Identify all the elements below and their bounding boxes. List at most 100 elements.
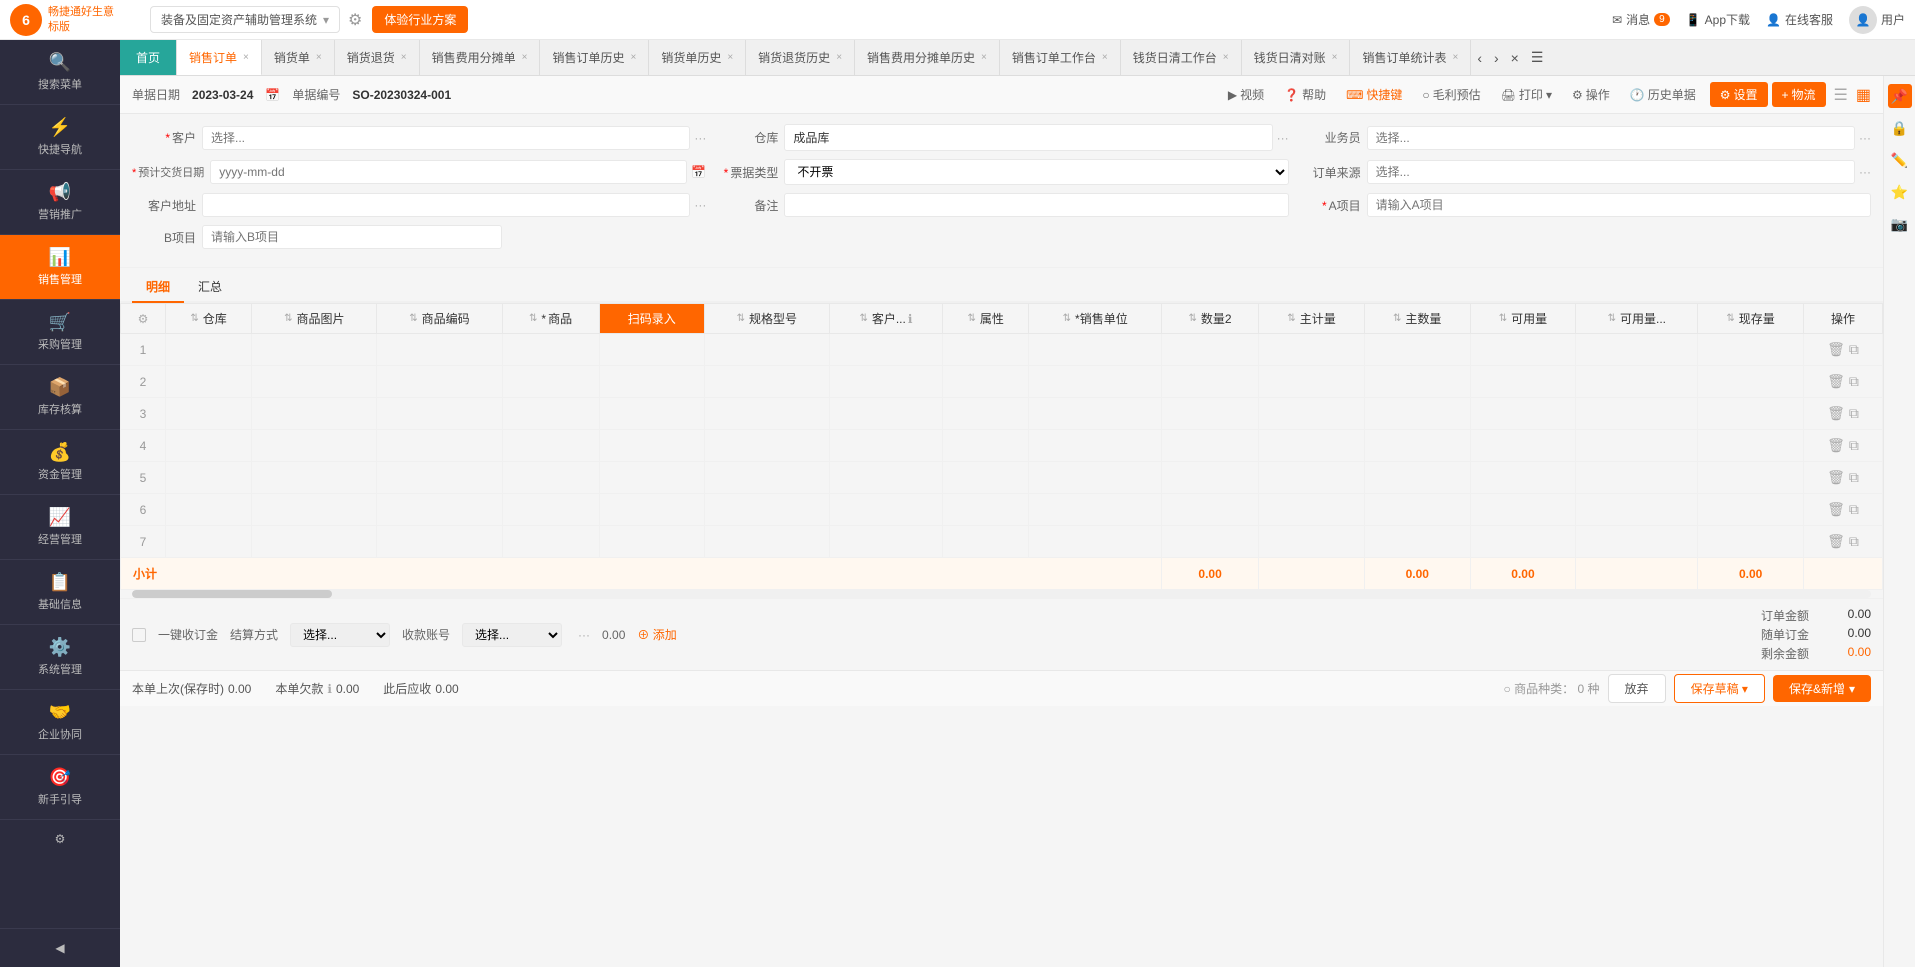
nav-next-icon[interactable]: › xyxy=(1488,50,1505,66)
scroll-thumb[interactable] xyxy=(132,590,332,598)
close-icon[interactable]: × xyxy=(243,52,249,63)
col-qty2[interactable]: ⇅数量2 xyxy=(1162,304,1259,334)
delivery-date-input[interactable] xyxy=(210,160,687,184)
order-source-more-icon[interactable]: ··· xyxy=(1859,165,1871,179)
a-project-input[interactable] xyxy=(1367,193,1871,217)
scroll-area[interactable] xyxy=(132,590,1871,598)
user-button[interactable]: 👤 用户 xyxy=(1849,6,1905,34)
right-icon-star[interactable]: ⭐ xyxy=(1888,180,1912,204)
tab-return-history[interactable]: 销货退货历史 × xyxy=(746,40,855,75)
invoice-type-select[interactable]: 不开票 xyxy=(784,159,1288,185)
view-button[interactable]: ▶ 视频 xyxy=(1222,83,1270,106)
delete-icon[interactable]: 🗑 xyxy=(1827,341,1845,358)
copy-icon[interactable]: ⧉ xyxy=(1849,533,1859,550)
tab-sales-stats[interactable]: 销售订单统计表 × xyxy=(1350,40,1471,75)
salesperson-input[interactable] xyxy=(1367,126,1855,150)
print-button[interactable]: 🖨 打印 ▾ xyxy=(1495,83,1558,106)
close-icon[interactable]: × xyxy=(630,52,636,63)
online-service-button[interactable]: 👤 在线客服 xyxy=(1766,11,1833,28)
sidebar-item-operations[interactable]: 📈 经营管理 xyxy=(0,495,120,560)
layout-icon-list[interactable]: ☰ xyxy=(1834,85,1848,105)
delete-icon[interactable]: 🗑 xyxy=(1827,533,1845,550)
tab-detail[interactable]: 明细 xyxy=(132,272,184,303)
col-gear[interactable]: ⚙ xyxy=(121,304,166,334)
sidebar-item-marketing[interactable]: 📢 营销推广 xyxy=(0,170,120,235)
copy-icon[interactable]: ⧉ xyxy=(1849,373,1859,390)
right-icon-camera[interactable]: 📷 xyxy=(1888,212,1912,236)
tab-sales-order-history[interactable]: 销售订单历史 × xyxy=(540,40,649,75)
profit-button[interactable]: ○ 毛利预估 xyxy=(1416,83,1486,106)
close-icon[interactable]: × xyxy=(1223,52,1229,63)
address-more-icon[interactable]: ··· xyxy=(694,198,706,212)
sidebar-item-collab[interactable]: 🤝 企业协同 xyxy=(0,690,120,755)
right-icon-edit[interactable]: ✏️ xyxy=(1888,148,1912,172)
sidebar-collapse-button[interactable]: ◀ xyxy=(0,928,120,967)
copy-icon[interactable]: ⧉ xyxy=(1849,341,1859,358)
col-customer-code[interactable]: ⇅客户...ℹ xyxy=(829,304,942,334)
sidebar-item-search[interactable]: 🔍 搜索菜单 xyxy=(0,40,120,105)
delete-icon[interactable]: 🗑 xyxy=(1827,405,1845,422)
col-product[interactable]: ⇅*商品 xyxy=(502,304,599,334)
save-new-button[interactable]: 保存&新增 ▾ xyxy=(1773,675,1871,702)
col-spec[interactable]: ⇅规格型号 xyxy=(704,304,829,334)
note-input[interactable] xyxy=(784,193,1288,217)
nav-menu-icon[interactable]: ☰ xyxy=(1525,49,1550,66)
nav-prev-icon[interactable]: ‹ xyxy=(1471,50,1488,66)
copy-icon[interactable]: ⧉ xyxy=(1849,501,1859,518)
address-input[interactable] xyxy=(202,193,690,217)
col-current-stock[interactable]: ⇅现存量 xyxy=(1698,304,1804,334)
operation-button[interactable]: ⚙ 操作 xyxy=(1566,83,1616,106)
calendar-icon[interactable]: 📅 xyxy=(691,165,706,179)
layout-icon-grid[interactable]: ▦ xyxy=(1856,85,1871,105)
sidebar-item-quick-nav[interactable]: ⚡ 快捷导航 xyxy=(0,105,120,170)
account-select[interactable]: 选择... xyxy=(462,623,562,647)
nav-close-icon[interactable]: × xyxy=(1505,50,1525,66)
close-icon[interactable]: × xyxy=(727,52,733,63)
copy-icon[interactable]: ⧉ xyxy=(1849,437,1859,454)
right-icon-lock[interactable]: 🔒 xyxy=(1888,116,1912,140)
settings-button[interactable]: ⚙ 设置 xyxy=(1710,82,1768,107)
delete-icon[interactable]: 🗑 xyxy=(1827,373,1845,390)
salesperson-more-icon[interactable]: ··· xyxy=(1859,131,1871,145)
sidebar-item-system[interactable]: ⚙️ 系统管理 xyxy=(0,625,120,690)
col-main-qty[interactable]: ⇅主数量 xyxy=(1364,304,1470,334)
b-project-input[interactable] xyxy=(202,225,502,249)
delete-icon[interactable]: 🗑 xyxy=(1827,501,1845,518)
add-payment-button[interactable]: ⊕ 添加 xyxy=(637,626,676,643)
col-product-code[interactable]: ⇅商品编码 xyxy=(377,304,502,334)
copy-icon[interactable]: ⧉ xyxy=(1849,405,1859,422)
order-source-input[interactable] xyxy=(1367,160,1855,184)
col-warehouse[interactable]: ⇅仓库 xyxy=(165,304,251,334)
shortcut-button[interactable]: ⌨ 快捷键 xyxy=(1340,83,1408,106)
customer-more-icon[interactable]: ··· xyxy=(694,131,706,145)
sidebar-item-sales[interactable]: 📊 销售管理 xyxy=(0,235,120,300)
message-button[interactable]: ✉ 消息 9 xyxy=(1612,11,1670,28)
tab-summary[interactable]: 汇总 xyxy=(184,272,236,303)
delete-icon[interactable]: 🗑 xyxy=(1827,469,1845,486)
account-more-icon[interactable]: ··· xyxy=(578,628,590,642)
copy-icon[interactable]: ⧉ xyxy=(1849,469,1859,486)
discard-button[interactable]: 放弃 xyxy=(1608,674,1666,703)
close-icon[interactable]: × xyxy=(1102,52,1108,63)
col-attribute[interactable]: ⇅属性 xyxy=(943,304,1029,334)
delete-icon[interactable]: 🗑 xyxy=(1827,437,1845,454)
history-button[interactable]: 🕐 历史单据 xyxy=(1624,83,1702,106)
customer-input[interactable] xyxy=(202,126,690,150)
col-available2[interactable]: ⇅可用量... xyxy=(1576,304,1698,334)
col-unit[interactable]: ⇅*销售单位 xyxy=(1029,304,1162,334)
tab-daily-reconcile[interactable]: 钱货日清对账 × xyxy=(1242,40,1351,75)
close-icon[interactable]: × xyxy=(981,52,987,63)
tab-sales-expense[interactable]: 销售费用分摊单 × xyxy=(420,40,541,75)
tab-sales-return[interactable]: 销货退货 × xyxy=(335,40,420,75)
right-icon-settings[interactable]: 📌 xyxy=(1888,84,1912,108)
col-scan[interactable]: 扫码录入 xyxy=(599,304,704,334)
close-icon[interactable]: × xyxy=(1452,52,1458,63)
settings-icon[interactable]: ⚙ xyxy=(348,10,362,30)
close-icon[interactable]: × xyxy=(316,52,322,63)
tab-daily-workbench[interactable]: 钱货日清工作台 × xyxy=(1121,40,1242,75)
sidebar-settings[interactable]: ⚙ xyxy=(0,820,120,858)
settle-method-select[interactable]: 选择... xyxy=(290,623,390,647)
col-available[interactable]: ⇅可用量 xyxy=(1470,304,1576,334)
tab-sales-order[interactable]: 销售订单 × xyxy=(177,40,262,76)
sidebar-item-basic-info[interactable]: 📋 基础信息 xyxy=(0,560,120,625)
